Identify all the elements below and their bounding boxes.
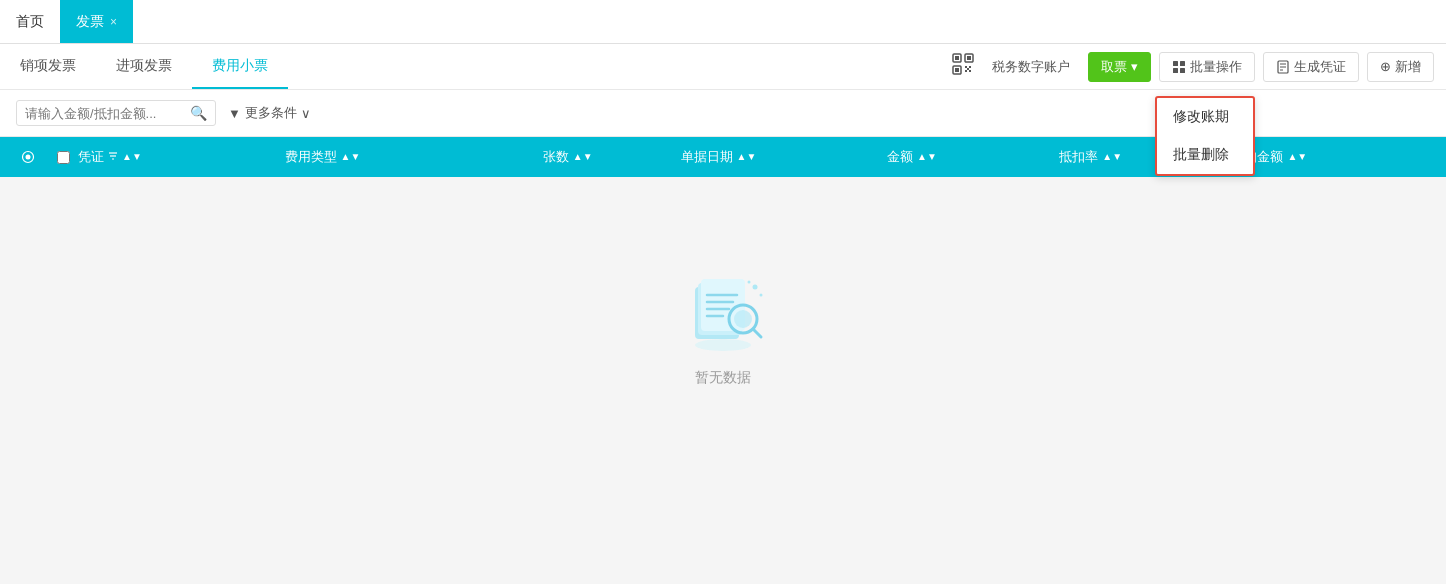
svg-rect-1: [955, 56, 959, 60]
settings-icon: [20, 149, 36, 165]
sort-icon-expense-type[interactable]: ▲▼: [341, 153, 361, 161]
svg-point-35: [748, 281, 751, 284]
th-voucher: 凭证 ▲▼: [78, 148, 285, 166]
modify-period-item[interactable]: 修改账期: [1157, 98, 1253, 136]
svg-rect-7: [969, 66, 971, 68]
batch-delete-item[interactable]: 批量删除: [1157, 136, 1253, 174]
svg-rect-11: [1173, 61, 1178, 66]
top-nav: 首页 发票 ×: [0, 0, 1446, 44]
filter-icon-voucher[interactable]: [108, 150, 118, 164]
sort-icon-count[interactable]: ▲▼: [573, 153, 593, 161]
select-all-checkbox[interactable]: [57, 151, 70, 164]
sort-icon-date[interactable]: ▲▼: [737, 153, 757, 161]
svg-rect-14: [1180, 68, 1185, 73]
nav-tab-label: 发票: [76, 13, 104, 31]
th-amount: 金额 ▲▼: [887, 148, 1059, 166]
fetch-ticket-label: 取票: [1101, 58, 1127, 76]
th-checkbox[interactable]: [48, 151, 78, 164]
nav-tab-invoice[interactable]: 发票 ×: [60, 0, 133, 43]
tax-account-label: 税务数字账户: [992, 58, 1070, 76]
search-wrap: 🔍: [16, 100, 216, 126]
svg-rect-3: [967, 56, 971, 60]
tab-sales-invoice[interactable]: 销项发票: [0, 44, 96, 89]
empty-illustration: [673, 257, 773, 357]
empty-text: 暂无数据: [695, 369, 751, 387]
generate-voucher-btn[interactable]: 生成凭证: [1263, 52, 1359, 82]
add-label: 新增: [1395, 58, 1421, 76]
batch-operation-btn[interactable]: 批量操作: [1159, 52, 1255, 82]
svg-rect-8: [965, 70, 967, 72]
fetch-arrow-icon: ▾: [1131, 59, 1138, 74]
th-date: 单据日期 ▲▼: [681, 148, 888, 166]
svg-rect-12: [1180, 61, 1185, 66]
th-expense-type: 费用类型 ▲▼: [285, 148, 543, 166]
nav-home[interactable]: 首页: [0, 0, 60, 43]
tax-account-btn[interactable]: 税务数字账户: [982, 53, 1080, 81]
more-filter-btn[interactable]: ▼ 更多条件 ∨: [228, 104, 311, 122]
generate-voucher-label: 生成凭证: [1294, 58, 1346, 76]
svg-rect-10: [967, 68, 969, 70]
svg-rect-5: [955, 68, 959, 72]
sort-icon-deduct-amount[interactable]: ▲▼: [1287, 153, 1307, 161]
qr-icon[interactable]: [952, 53, 974, 80]
th-deduct-amount: 抵扣金额 ▲▼: [1231, 148, 1438, 166]
search-icon[interactable]: 🔍: [190, 105, 207, 121]
svg-line-32: [753, 329, 761, 337]
sub-tabs-bar: 销项发票 进项发票 费用小票 税务数字账户: [0, 44, 1446, 90]
svg-point-33: [753, 285, 758, 290]
add-btn[interactable]: ⊕ 新增: [1367, 52, 1434, 82]
svg-point-34: [760, 294, 763, 297]
sort-icon-voucher[interactable]: ▲▼: [122, 153, 142, 161]
svg-rect-6: [965, 66, 967, 68]
batch-icon: [1172, 60, 1186, 74]
toolbar: 税务数字账户 取票 ▾ 批量操作 修改账期 批量删除: [952, 44, 1446, 89]
svg-point-31: [734, 310, 752, 328]
th-count: 张数 ▲▼: [543, 148, 681, 166]
batch-btn-wrap: 批量操作 修改账期 批量删除: [1159, 52, 1255, 82]
fetch-ticket-btn[interactable]: 取票 ▾: [1088, 52, 1151, 82]
close-icon[interactable]: ×: [110, 15, 117, 29]
batch-label: 批量操作: [1190, 58, 1242, 76]
add-icon: ⊕: [1380, 59, 1391, 74]
th-settings[interactable]: [8, 149, 48, 165]
svg-rect-13: [1173, 68, 1178, 73]
voucher-icon: [1276, 60, 1290, 74]
filter-chevron: ∨: [301, 106, 311, 121]
search-input[interactable]: [25, 106, 190, 121]
empty-state: 暂无数据: [0, 177, 1446, 427]
filter-icon: ▼: [228, 106, 241, 121]
more-filter-label: 更多条件: [245, 104, 297, 122]
sort-icon-amount[interactable]: ▲▼: [917, 153, 937, 161]
tab-expense-receipt[interactable]: 费用小票: [192, 44, 288, 89]
tab-purchase-invoice[interactable]: 进项发票: [96, 44, 192, 89]
sort-icon-rate[interactable]: ▲▼: [1102, 153, 1122, 161]
svg-rect-9: [969, 70, 971, 72]
batch-dropdown-menu: 修改账期 批量删除: [1155, 96, 1255, 176]
svg-point-22: [695, 339, 751, 351]
